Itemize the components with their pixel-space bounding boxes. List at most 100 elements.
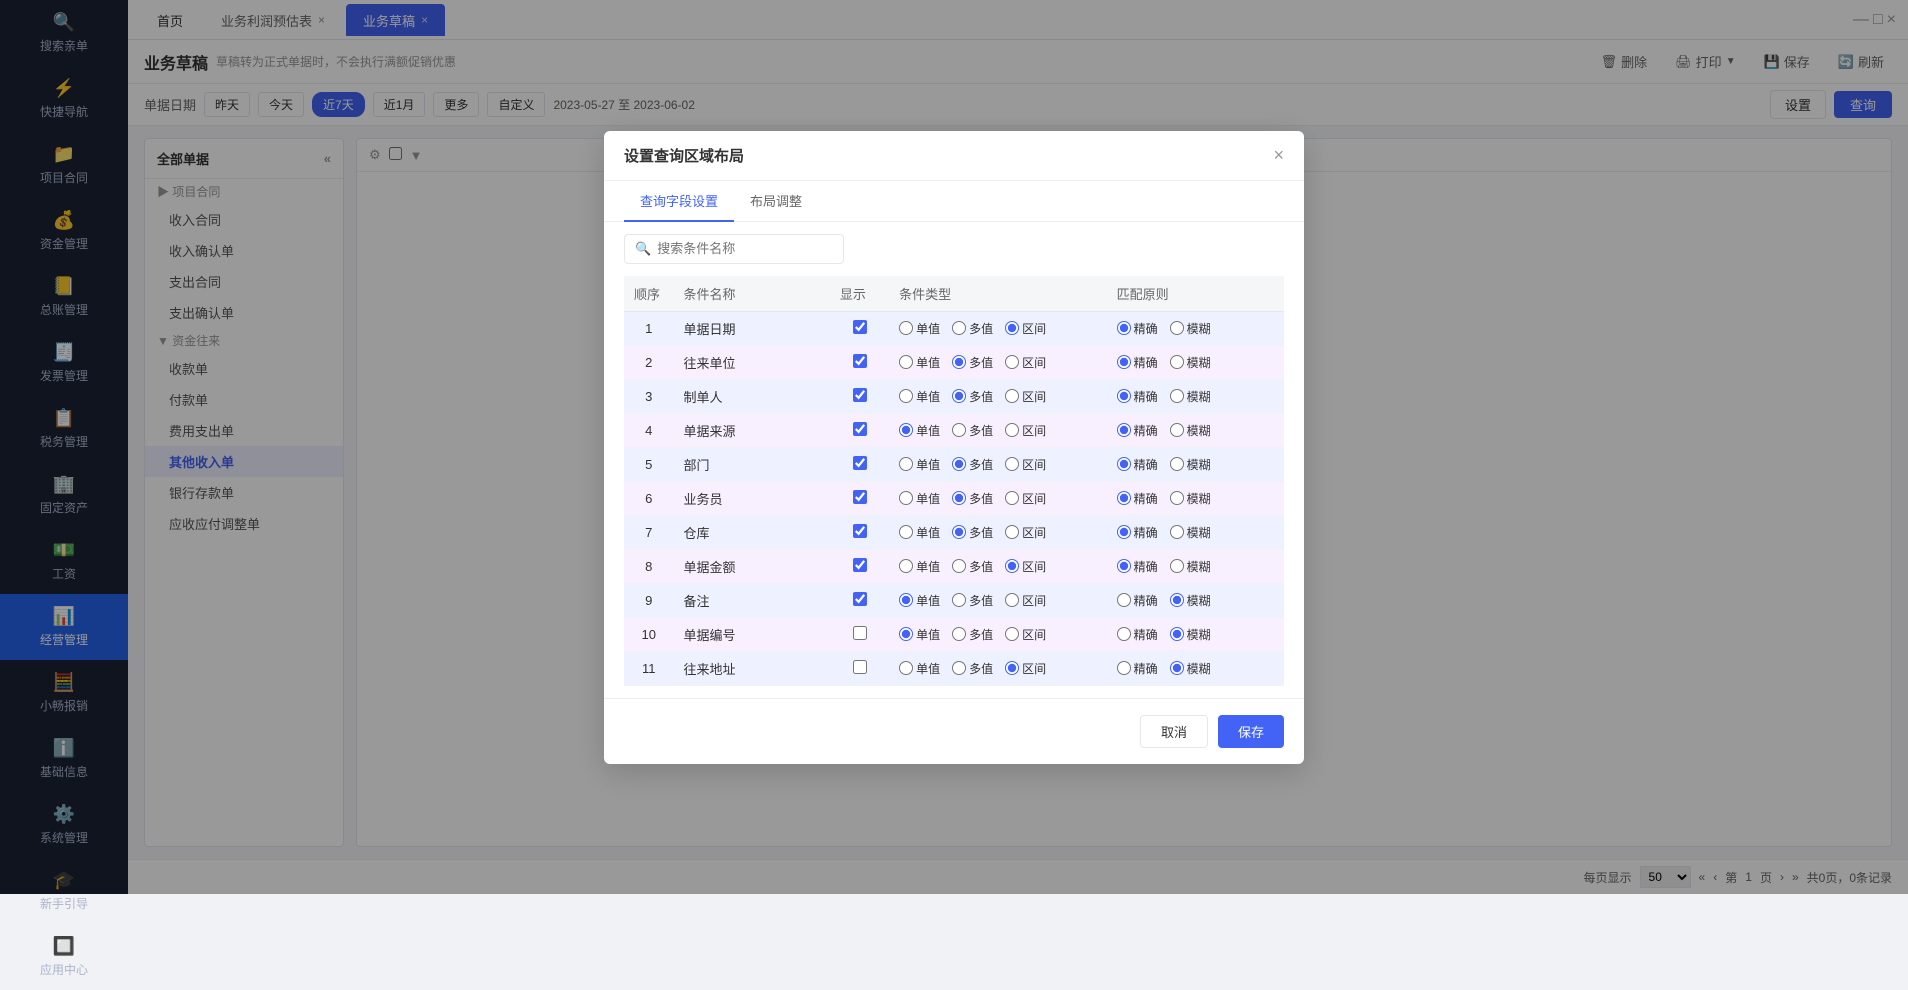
match-fuzzy-option[interactable]: 模糊 [1170, 456, 1211, 473]
type-range-option[interactable]: 区间 [1005, 320, 1046, 337]
type-multiple-option[interactable]: 多值 [952, 558, 993, 575]
show-checkbox[interactable] [853, 422, 867, 436]
match-fuzzy-option[interactable]: 模糊 [1170, 592, 1211, 609]
type-multiple-option[interactable]: 多值 [952, 320, 993, 337]
match-fuzzy-option[interactable]: 模糊 [1170, 524, 1211, 541]
type-single-option[interactable]: 单值 [899, 626, 940, 643]
row-type-cell: 单值多值区间 [889, 583, 1106, 617]
match-fuzzy-option[interactable]: 模糊 [1170, 354, 1211, 371]
show-checkbox[interactable] [853, 456, 867, 470]
match-fuzzy-option[interactable]: 模糊 [1170, 422, 1211, 439]
type-range-option[interactable]: 区间 [1005, 456, 1046, 473]
match-exact-option[interactable]: 精确 [1117, 422, 1158, 439]
tab-fields[interactable]: 查询字段设置 [624, 181, 734, 222]
type-range-option[interactable]: 区间 [1005, 558, 1046, 575]
row-match-cell: 精确模糊 [1107, 651, 1284, 685]
type-range-option[interactable]: 区间 [1005, 660, 1046, 677]
match-exact-option[interactable]: 精确 [1117, 592, 1158, 609]
match-fuzzy-option[interactable]: 模糊 [1170, 660, 1211, 677]
app-icon: 🔲 [53, 936, 75, 957]
row-order: 3 [624, 379, 674, 413]
type-range-option[interactable]: 区间 [1005, 592, 1046, 609]
type-range-option[interactable]: 区间 [1005, 626, 1046, 643]
type-range-option[interactable]: 区间 [1005, 388, 1046, 405]
match-exact-option[interactable]: 精确 [1117, 320, 1158, 337]
type-multiple-option[interactable]: 多值 [952, 524, 993, 541]
type-range-option[interactable]: 区间 [1005, 422, 1046, 439]
type-multiple-option[interactable]: 多值 [952, 592, 993, 609]
type-range-option[interactable]: 区间 [1005, 490, 1046, 507]
row-type-cell: 单值多值区间 [889, 549, 1106, 583]
match-exact-option[interactable]: 精确 [1117, 660, 1158, 677]
row-match-cell: 精确模糊 [1107, 549, 1284, 583]
col-header-name: 条件名称 [674, 276, 830, 312]
row-order: 9 [624, 583, 674, 617]
tab-layout[interactable]: 布局调整 [734, 181, 818, 222]
row-match-cell: 精确模糊 [1107, 617, 1284, 651]
type-single-option[interactable]: 单值 [899, 422, 940, 439]
type-single-option[interactable]: 单值 [899, 660, 940, 677]
row-order: 1 [624, 311, 674, 345]
row-show-cell [830, 413, 889, 447]
table-row: 3制单人 单值多值区间 精确模糊 [624, 379, 1284, 413]
row-condition-name: 部门 [674, 447, 830, 481]
type-single-option[interactable]: 单值 [899, 524, 940, 541]
show-checkbox[interactable] [853, 626, 867, 640]
table-row: 11往来地址单值多值区间精确模糊 [624, 651, 1284, 685]
row-condition-name: 单据编号 [674, 617, 830, 651]
cancel-button[interactable]: 取消 [1140, 715, 1208, 748]
row-type-cell: 单值多值区间 [889, 651, 1106, 685]
type-multiple-option[interactable]: 多值 [952, 490, 993, 507]
row-type-cell: 单值多值区间 [889, 447, 1106, 481]
match-exact-option[interactable]: 精确 [1117, 388, 1158, 405]
row-type-cell: 单值多值区间 [889, 515, 1106, 549]
match-exact-option[interactable]: 精确 [1117, 354, 1158, 371]
type-single-option[interactable]: 单值 [899, 320, 940, 337]
type-multiple-option[interactable]: 多值 [952, 626, 993, 643]
match-fuzzy-option[interactable]: 模糊 [1170, 320, 1211, 337]
conditions-search-input[interactable] [657, 241, 833, 256]
match-exact-option[interactable]: 精确 [1117, 558, 1158, 575]
type-single-option[interactable]: 单值 [899, 558, 940, 575]
show-checkbox[interactable] [853, 490, 867, 504]
match-exact-option[interactable]: 精确 [1117, 524, 1158, 541]
row-condition-name: 单据金额 [674, 549, 830, 583]
row-condition-name: 制单人 [674, 379, 830, 413]
type-single-option[interactable]: 单值 [899, 388, 940, 405]
show-checkbox[interactable] [853, 660, 867, 674]
type-single-option[interactable]: 单值 [899, 354, 940, 371]
type-multiple-option[interactable]: 多值 [952, 388, 993, 405]
type-multiple-option[interactable]: 多值 [952, 354, 993, 371]
table-row: 9备注单值多值区间精确模糊 [624, 583, 1284, 617]
type-single-option[interactable]: 单值 [899, 490, 940, 507]
type-multiple-option[interactable]: 多值 [952, 660, 993, 677]
match-fuzzy-option[interactable]: 模糊 [1170, 490, 1211, 507]
match-fuzzy-option[interactable]: 模糊 [1170, 626, 1211, 643]
type-single-option[interactable]: 单值 [899, 456, 940, 473]
show-checkbox[interactable] [853, 524, 867, 538]
type-range-option[interactable]: 区间 [1005, 354, 1046, 371]
table-row: 10单据编号单值多值区间精确模糊 [624, 617, 1284, 651]
show-checkbox[interactable] [853, 320, 867, 334]
match-fuzzy-option[interactable]: 模糊 [1170, 388, 1211, 405]
show-checkbox[interactable] [853, 592, 867, 606]
dialog-body: 顺序 条件名称 显示 条件类型 匹配原则 1单据日期单值多值区间精确模糊2往来单… [604, 276, 1304, 698]
sidebar-item-label: 新手引导 [40, 895, 88, 912]
match-exact-option[interactable]: 精确 [1117, 626, 1158, 643]
match-fuzzy-option[interactable]: 模糊 [1170, 558, 1211, 575]
type-multiple-option[interactable]: 多值 [952, 456, 993, 473]
type-multiple-option[interactable]: 多值 [952, 422, 993, 439]
match-exact-option[interactable]: 精确 [1117, 456, 1158, 473]
table-row: 2往来单位单值多值区间精确模糊 [624, 345, 1284, 379]
row-type-cell: 单值多值区间 [889, 617, 1106, 651]
dialog-close-button[interactable]: × [1273, 145, 1284, 166]
show-checkbox[interactable] [853, 388, 867, 402]
type-single-option[interactable]: 单值 [899, 592, 940, 609]
show-checkbox[interactable] [853, 558, 867, 572]
type-range-option[interactable]: 区间 [1005, 524, 1046, 541]
row-match-cell: 精确模糊 [1107, 379, 1284, 413]
match-exact-option[interactable]: 精确 [1117, 490, 1158, 507]
show-checkbox[interactable] [853, 354, 867, 368]
sidebar-item-app[interactable]: 🔲 应用中心 [0, 924, 128, 990]
save-dialog-button[interactable]: 保存 [1218, 715, 1284, 748]
